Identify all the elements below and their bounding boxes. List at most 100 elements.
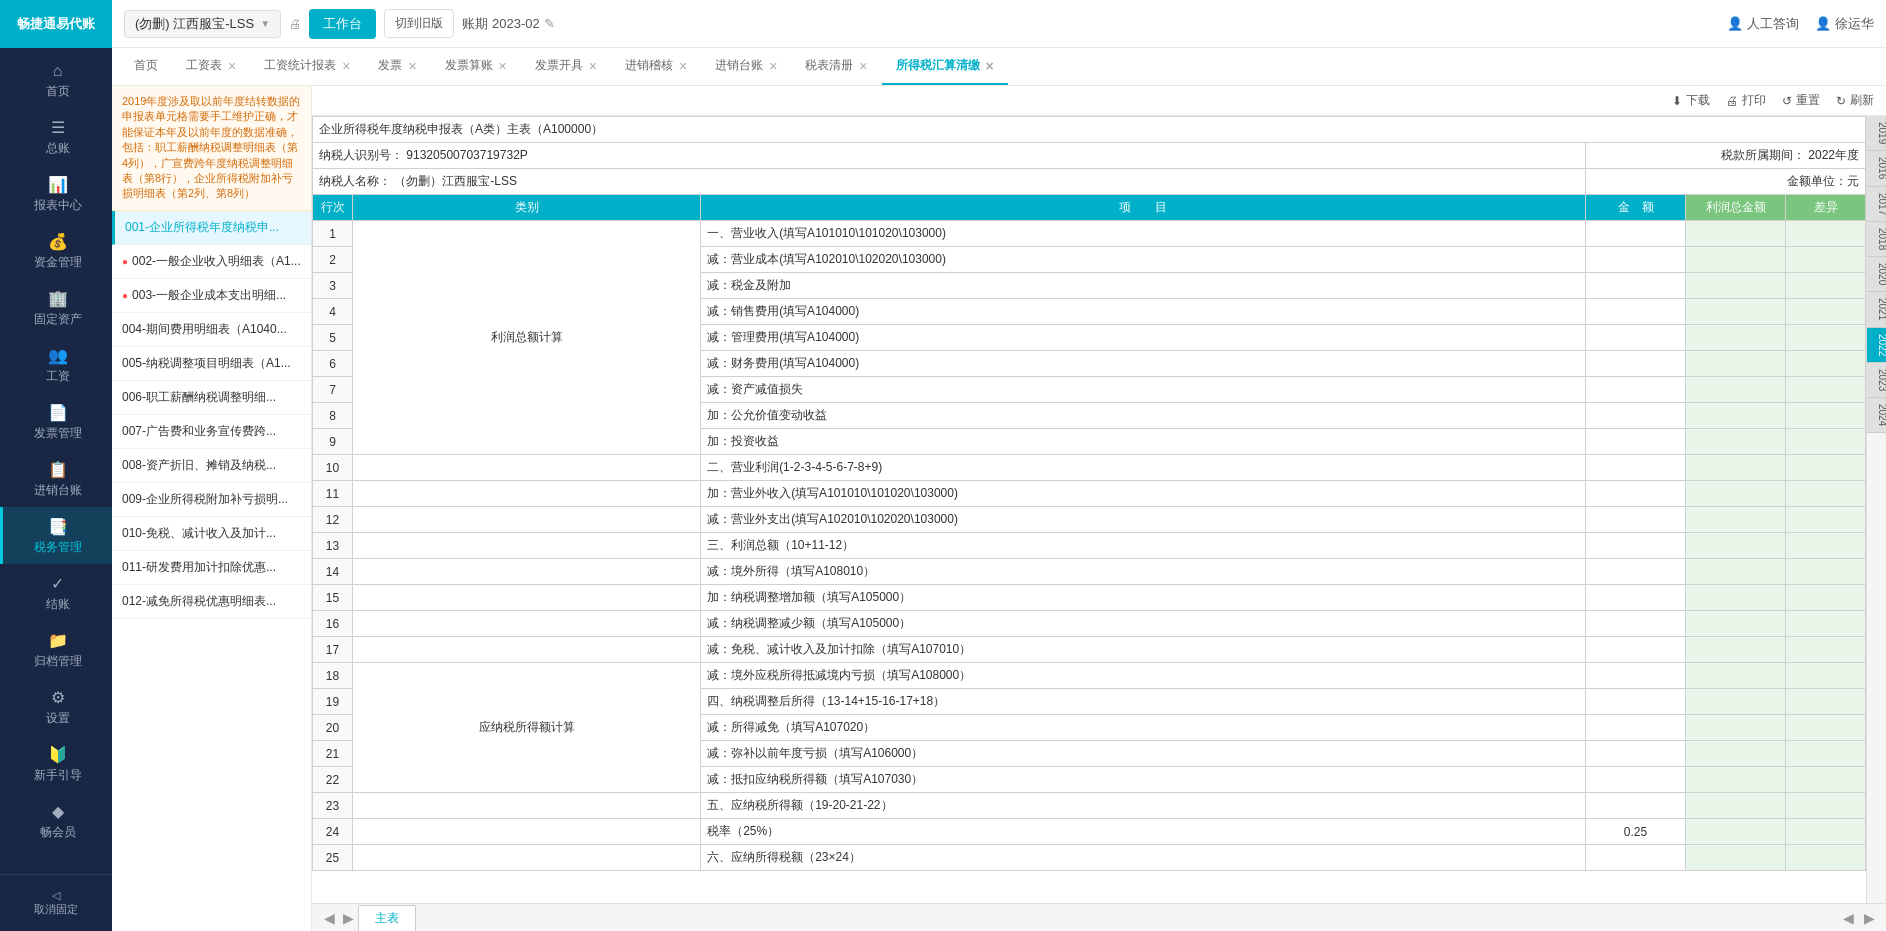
cell-amount[interactable] xyxy=(1586,429,1686,455)
year-btn-2022[interactable]: 2022 xyxy=(1867,328,1887,363)
cell-item[interactable]: 减：抵扣应纳税所得额（填写A107030） xyxy=(701,767,1586,793)
cell-profit[interactable] xyxy=(1686,741,1786,767)
cell-rownum[interactable]: 12 xyxy=(313,507,353,533)
table-list-item-010[interactable]: 010-免税、减计收入及加计... xyxy=(112,517,311,551)
sidebar-item-member[interactable]: ◆ 畅会员 xyxy=(0,792,112,849)
cell-amount[interactable] xyxy=(1586,845,1686,871)
year-btn-2019[interactable]: 2019 xyxy=(1867,116,1887,151)
cell-amount[interactable] xyxy=(1586,299,1686,325)
cell-item[interactable]: 加：公允价值变动收益 xyxy=(701,403,1586,429)
cell-diff[interactable] xyxy=(1786,637,1866,663)
cell-diff[interactable] xyxy=(1786,507,1866,533)
cell-rownum[interactable]: 7 xyxy=(313,377,353,403)
cell-diff[interactable] xyxy=(1786,377,1866,403)
cell-diff[interactable] xyxy=(1786,533,1866,559)
sidebar-item-home[interactable]: ⌂ 首页 xyxy=(0,52,112,108)
cell-item[interactable]: 减：免税、减计收入及加计扣除（填写A107010） xyxy=(701,637,1586,663)
cell-rownum[interactable]: 23 xyxy=(313,793,353,819)
cell-profit[interactable] xyxy=(1686,689,1786,715)
sidebar-item-payroll[interactable]: 👥 工资 xyxy=(0,336,112,393)
cell-profit[interactable] xyxy=(1686,585,1786,611)
cell-rownum[interactable]: 22 xyxy=(313,767,353,793)
sidebar-item-invoice[interactable]: 📄 发票管理 xyxy=(0,393,112,450)
cell-item[interactable]: 减：所得减免（填写A107020） xyxy=(701,715,1586,741)
cell-diff[interactable] xyxy=(1786,273,1866,299)
cell-rownum[interactable]: 13 xyxy=(313,533,353,559)
cell-profit[interactable] xyxy=(1686,455,1786,481)
sidebar-item-archive[interactable]: 📁 归档管理 xyxy=(0,621,112,678)
cell-diff[interactable] xyxy=(1786,559,1866,585)
cell-rownum[interactable]: 21 xyxy=(313,741,353,767)
sidebar-item-settings[interactable]: ⚙ 设置 xyxy=(0,678,112,735)
cell-amount[interactable] xyxy=(1586,767,1686,793)
year-btn-2016[interactable]: 2016 xyxy=(1867,151,1887,186)
year-btn-2024[interactable]: 2024 xyxy=(1867,398,1887,433)
cell-profit[interactable] xyxy=(1686,325,1786,351)
spreadsheet-main[interactable]: 企业所得税年度纳税申报表（A类）主表（A100000） 纳税人识别号： 9132… xyxy=(312,116,1866,903)
scroll-left-icon[interactable]: ◀ xyxy=(1840,910,1857,926)
cell-diff[interactable] xyxy=(1786,221,1866,247)
cell-item[interactable]: 加：纳税调整增加额（填写A105000） xyxy=(701,585,1586,611)
cell-item[interactable]: 加：投资收益 xyxy=(701,429,1586,455)
cell-diff[interactable] xyxy=(1786,325,1866,351)
cell-item[interactable]: 减：弥补以前年度亏损（填写A106000） xyxy=(701,741,1586,767)
cell-diff[interactable] xyxy=(1786,351,1866,377)
table-list-item-006[interactable]: 006-职工薪酬纳税调整明细... xyxy=(112,381,311,415)
sidebar-item-assets[interactable]: 🏢 固定资产 xyxy=(0,279,112,336)
print-icon[interactable]: 🖨 xyxy=(289,17,301,31)
sheet-nav-next[interactable]: ▶ xyxy=(339,910,358,926)
cell-profit[interactable] xyxy=(1686,845,1786,871)
tab-payroll[interactable]: 工资表 × xyxy=(172,48,250,85)
company-selector[interactable]: (勿删) 江西服宝-LSS ▼ xyxy=(124,10,281,38)
cell-item[interactable]: 减：境外所得（填写A108010） xyxy=(701,559,1586,585)
tab-invoice-close[interactable]: × xyxy=(408,59,416,73)
cell-amount[interactable] xyxy=(1586,377,1686,403)
cell-rownum[interactable]: 2 xyxy=(313,247,353,273)
tab-sales-ledger[interactable]: 进销台账 × xyxy=(701,48,791,85)
table-list-item-004[interactable]: 004-期间费用明细表（A1040... xyxy=(112,313,311,347)
year-btn-2023[interactable]: 2023 xyxy=(1867,363,1887,398)
cell-rownum[interactable]: 20 xyxy=(313,715,353,741)
period-edit-icon[interactable]: ✎ xyxy=(544,16,555,31)
cell-rownum[interactable]: 15 xyxy=(313,585,353,611)
cell-amount[interactable] xyxy=(1586,637,1686,663)
cell-item[interactable]: 五、应纳税所得额（19-20-21-22） xyxy=(701,793,1586,819)
sidebar-item-reports[interactable]: 📊 报表中心 xyxy=(0,165,112,222)
table-list-item-001[interactable]: 001-企业所得税年度纳税申... xyxy=(112,211,311,245)
cell-rownum[interactable]: 25 xyxy=(313,845,353,871)
cell-item[interactable]: 税率（25%） xyxy=(701,819,1586,845)
cell-diff[interactable] xyxy=(1786,247,1866,273)
cell-diff[interactable] xyxy=(1786,767,1866,793)
cell-diff[interactable] xyxy=(1786,845,1866,871)
cell-profit[interactable] xyxy=(1686,533,1786,559)
cell-profit[interactable] xyxy=(1686,247,1786,273)
table-list-item-008[interactable]: 008-资产折旧、摊销及纳税... xyxy=(112,449,311,483)
scroll-right-icon[interactable]: ▶ xyxy=(1861,910,1878,926)
cell-rownum[interactable]: 24 xyxy=(313,819,353,845)
tab-invoice-issue[interactable]: 发票开具 × xyxy=(521,48,611,85)
cell-item[interactable]: 六、应纳所得税额（23×24） xyxy=(701,845,1586,871)
cell-item[interactable]: 减：纳税调整减少额（填写A105000） xyxy=(701,611,1586,637)
cell-amount[interactable] xyxy=(1586,455,1686,481)
tab-sales-ledger-close[interactable]: × xyxy=(769,59,777,73)
cell-diff[interactable] xyxy=(1786,715,1866,741)
cell-amount[interactable] xyxy=(1586,507,1686,533)
cell-item[interactable]: 减：销售费用(填写A104000) xyxy=(701,299,1586,325)
table-list-item-005[interactable]: 005-纳税调整项目明细表（A1... xyxy=(112,347,311,381)
cell-amount[interactable] xyxy=(1586,351,1686,377)
cell-item[interactable]: 一、营业收入(填写A101010\101020\103000) xyxy=(701,221,1586,247)
cell-amount[interactable] xyxy=(1586,273,1686,299)
cell-diff[interactable] xyxy=(1786,429,1866,455)
service-btn[interactable]: 👤 人工答询 xyxy=(1727,15,1799,33)
cell-item[interactable]: 二、营业利润(1-2-3-4-5-6-7-8+9) xyxy=(701,455,1586,481)
tab-invoice[interactable]: 发票 × xyxy=(364,48,430,85)
tab-income-tax[interactable]: 所得税汇算清缴 × xyxy=(882,48,1008,85)
cell-amount[interactable] xyxy=(1586,221,1686,247)
cell-rownum[interactable]: 1 xyxy=(313,221,353,247)
cell-amount[interactable]: 0.25 xyxy=(1586,819,1686,845)
cell-amount[interactable] xyxy=(1586,741,1686,767)
table-list-item-009[interactable]: 009-企业所得税附加补亏损明... xyxy=(112,483,311,517)
download-button[interactable]: ⬇ 下载 xyxy=(1672,92,1710,109)
cell-rownum[interactable]: 16 xyxy=(313,611,353,637)
cell-diff[interactable] xyxy=(1786,819,1866,845)
